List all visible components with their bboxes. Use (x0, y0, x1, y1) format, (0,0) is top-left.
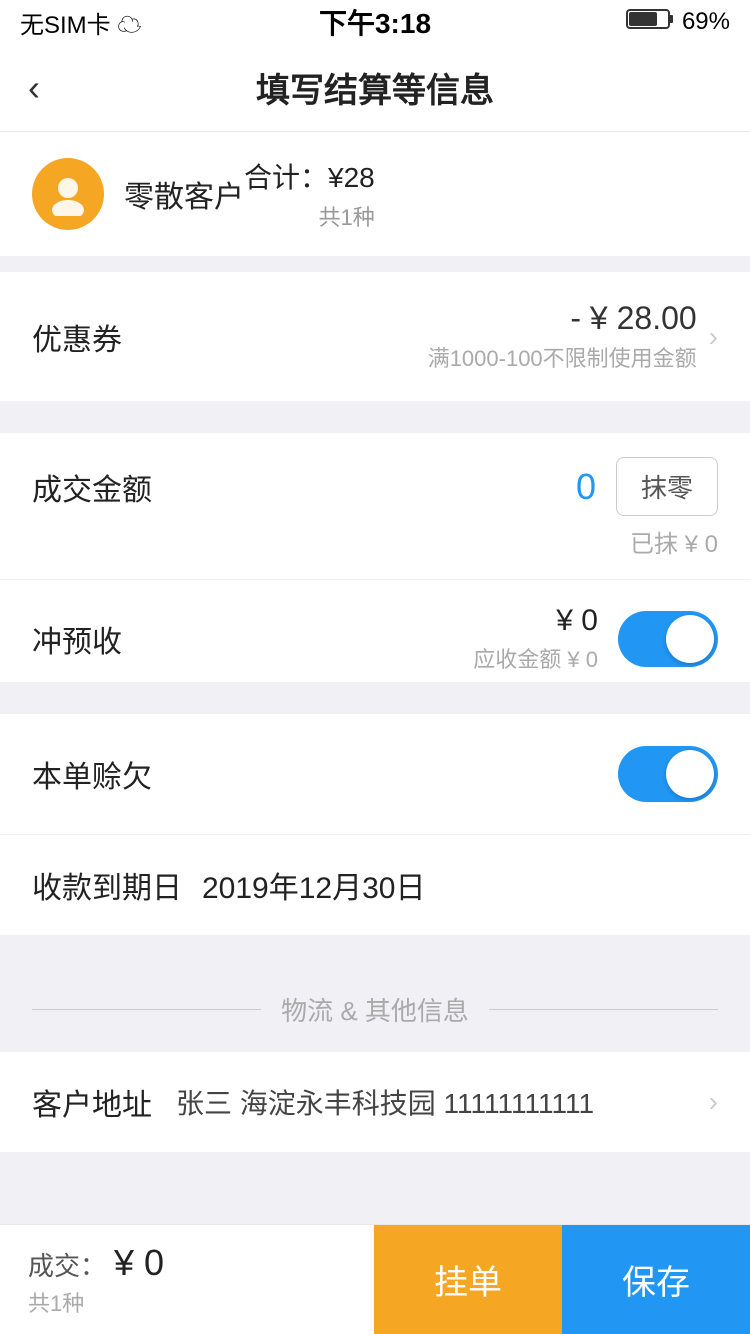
prepayment-right: ¥ 0 应收金额 ¥ 0 (473, 604, 718, 674)
prepayment-info: ¥ 0 应收金额 ¥ 0 (473, 604, 598, 674)
coupon-label: 优惠券 (32, 315, 122, 359)
duedate-row[interactable]: 收款到期日 2019年12月30日 (0, 834, 750, 935)
status-left: 无SIM卡 ☁ (20, 5, 141, 40)
transaction-value[interactable]: 0 (576, 466, 596, 508)
address-chevron-icon: › (709, 1086, 718, 1118)
credit-toggle[interactable] (618, 746, 718, 802)
section-divider-3 (0, 951, 750, 967)
bottom-deal-row: 成交： ¥ 0 (28, 1242, 346, 1284)
bottom-left: 成交： ¥ 0 共1种 (0, 1242, 374, 1318)
sim-label: 无SIM卡 ☁ (20, 5, 141, 40)
credit-toggle-thumb (666, 750, 714, 798)
divider-right (489, 1009, 718, 1010)
status-right: 69% (626, 7, 730, 38)
bottom-count: 共1种 (28, 1286, 346, 1318)
battery-label: 69% (682, 8, 730, 36)
customer-row[interactable]: 零散客户 合计：¥28 共1种 (0, 132, 750, 256)
customer-avatar (32, 158, 104, 230)
coupon-description: 满1000-100不限制使用金额 (428, 341, 697, 373)
nav-bar: ‹ 填写结算等信息 (0, 44, 750, 132)
duedate-label: 收款到期日 (32, 863, 182, 907)
hold-button[interactable]: 挂单 (374, 1225, 562, 1334)
total-amount: 合计：¥28 (244, 156, 375, 196)
save-button[interactable]: 保存 (562, 1225, 750, 1334)
round-off-button[interactable]: 抹零 (616, 457, 718, 516)
prepayment-row: 冲预收 ¥ 0 应收金额 ¥ 0 (0, 580, 750, 682)
prepayment-sublabel: 应收金额 ¥ 0 (473, 642, 598, 674)
duedate-value: 2019年12月30日 (202, 863, 425, 907)
main-content: 零散客户 合计：¥28 共1种 优惠券 - ¥ 28.00 满1000-100不… (0, 132, 750, 1288)
transaction-amount-row: 成交金额 0 抹零 (0, 433, 750, 524)
transaction-section: 成交金额 0 抹零 已抹 ¥ 0 冲预收 ¥ 0 应收金额 ¥ 0 (0, 433, 750, 682)
coupon-discount: - ¥ 28.00 (428, 300, 697, 337)
transaction-label: 成交金额 (32, 465, 152, 509)
bottom-deal-amount: ¥ 0 (114, 1242, 164, 1284)
customer-name: 零散客户 (124, 172, 244, 216)
address-label: 客户地址 (32, 1080, 152, 1124)
coupon-right: - ¥ 28.00 满1000-100不限制使用金额 › (428, 300, 718, 373)
prepayment-label: 冲预收 (32, 617, 122, 661)
credit-label: 本单赊欠 (32, 752, 152, 796)
chevron-right-icon: › (709, 321, 718, 353)
coupon-section: 优惠券 - ¥ 28.00 满1000-100不限制使用金额 › (0, 272, 750, 401)
customer-total: 合计：¥28 共1种 (244, 156, 375, 232)
logistics-title: 物流 & 其他信息 (281, 991, 469, 1028)
customer-section: 零散客户 合计：¥28 共1种 (0, 132, 750, 256)
coupon-info: - ¥ 28.00 满1000-100不限制使用金额 (428, 300, 697, 373)
page-title: 填写结算等信息 (256, 63, 494, 112)
credit-row: 本单赊欠 (0, 714, 750, 834)
address-section: 客户地址 张三 海淀永丰科技园 11111111111 › (0, 1052, 750, 1152)
battery-icon (626, 7, 674, 38)
divider-left (32, 1009, 261, 1010)
status-time: 下午3:18 (319, 2, 431, 42)
coupon-row[interactable]: 优惠券 - ¥ 28.00 满1000-100不限制使用金额 › (0, 272, 750, 401)
credit-section: 本单赊欠 收款到期日 2019年12月30日 (0, 714, 750, 935)
transaction-right: 0 抹零 (576, 457, 718, 516)
total-count: 共1种 (244, 200, 375, 232)
section-divider-1 (0, 417, 750, 433)
address-row[interactable]: 客户地址 张三 海淀永丰科技园 11111111111 › (0, 1052, 750, 1152)
prepayment-toggle[interactable] (618, 611, 718, 667)
status-bar: 无SIM卡 ☁ 下午3:18 69% (0, 0, 750, 44)
address-value: 张三 海淀永丰科技园 11111111111 (176, 1082, 709, 1122)
transaction-sub: 已抹 ¥ 0 (0, 524, 750, 579)
logistics-header: 物流 & 其他信息 (0, 967, 750, 1052)
section-divider-2 (0, 698, 750, 714)
back-button[interactable]: ‹ (28, 67, 40, 109)
bottom-bar: 成交： ¥ 0 共1种 挂单 保存 (0, 1224, 750, 1334)
prepayment-toggle-thumb (666, 615, 714, 663)
bottom-deal-label: 成交： (28, 1246, 106, 1283)
prepayment-amount: ¥ 0 (473, 604, 598, 638)
